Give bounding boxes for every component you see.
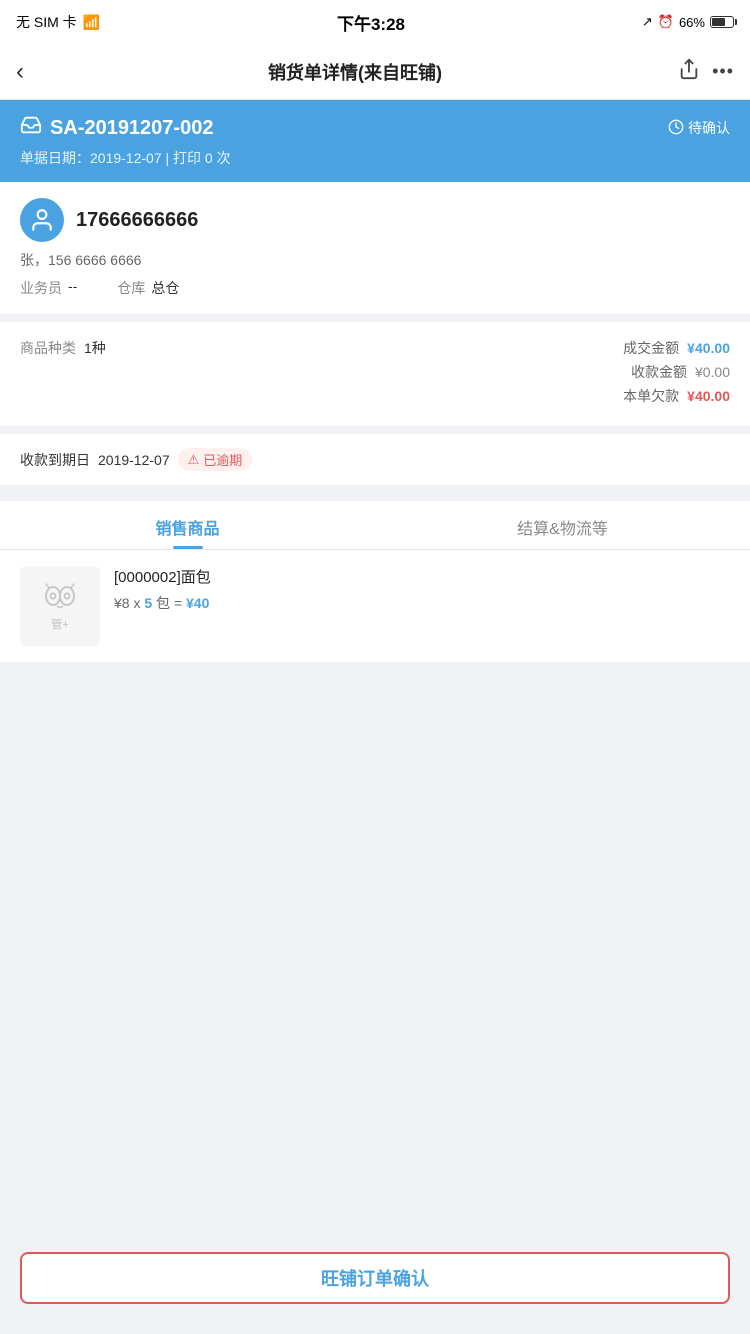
overdue-text: 已逾期 [203, 450, 242, 469]
summary-left: 商品种类 1种 [20, 338, 375, 410]
tab-settlement-label: 结算&物流等 [517, 521, 608, 538]
order-id-text: SA-20191207-002 [50, 117, 213, 140]
overdue-badge: ⚠ 已逾期 [178, 448, 253, 471]
warehouse-label: 仓库 [117, 278, 145, 298]
tabs-bar: 销售商品 结算&物流等 [0, 501, 750, 550]
divider-1 [0, 314, 750, 322]
salesperson-value: -- [68, 278, 77, 298]
avatar [20, 198, 64, 242]
carrier-text: 无 SIM 卡 [16, 12, 77, 32]
bottom-spacer [0, 663, 750, 863]
owed-label: 本单欠款 [623, 386, 679, 406]
customer-name: 张，156 6666 6666 [20, 250, 730, 270]
product-price-row: ¥8 x 5 包 = ¥40 [114, 593, 730, 613]
received-label: 收款金额 [631, 362, 687, 382]
product-kinds-value: 1种 [84, 338, 106, 358]
divider-2 [0, 426, 750, 434]
share-icon[interactable] [678, 58, 700, 86]
nav-actions: ••• [678, 58, 734, 86]
product-qty: 5 [144, 595, 152, 611]
status-text: 待确认 [688, 118, 730, 138]
nav-bar: ‹ 销货单详情(来自旺铺) ••• [0, 44, 750, 100]
product-name: [0000002]面包 [114, 566, 730, 587]
alarm-icon: ⏰ [658, 14, 674, 30]
status-right: ↗ ⏰ 66% [642, 14, 734, 30]
due-date-label: 收款到期日 [20, 450, 90, 470]
tab-settlement[interactable]: 结算&物流等 [375, 501, 750, 549]
overdue-icon: ⚠ [188, 452, 200, 468]
order-id: SA-20191207-002 [20, 114, 213, 142]
back-button[interactable]: ‹ [16, 54, 32, 90]
deal-amount-value: ¥40.00 [687, 340, 730, 356]
customer-section: 17666666666 张，156 6666 6666 业务员 -- 仓库 总仓 [0, 182, 750, 314]
owed-value: ¥40.00 [687, 388, 730, 404]
clock-icon [668, 119, 684, 138]
received-row: 收款金额 ¥0.00 [375, 362, 730, 382]
status-carrier: 无 SIM 卡 📶 [16, 12, 100, 32]
product-item: 管+ [0000002]面包 ¥8 x 5 包 = ¥40 [0, 550, 750, 663]
product-thumb-inner: 管+ [39, 580, 81, 632]
deal-amount-label: 成交金额 [623, 338, 679, 358]
page-title: 销货单详情(来自旺铺) [32, 59, 678, 85]
due-date-value: 2019-12-07 [98, 452, 170, 468]
salesperson-label: 业务员 [20, 278, 62, 298]
location-icon: ↗ [642, 14, 653, 30]
confirm-button[interactable]: 旺铺订单确认 [20, 1252, 730, 1304]
product-list: 管+ [0000002]面包 ¥8 x 5 包 = ¥40 [0, 550, 750, 663]
product-kinds-row: 商品种类 1种 [20, 338, 375, 358]
tab-sales-label: 销售商品 [155, 521, 219, 538]
summary-right: 成交金额 ¥40.00 收款金额 ¥0.00 本单欠款 ¥40.00 [375, 338, 730, 410]
salesperson-item: 业务员 -- [20, 278, 77, 298]
due-section: 收款到期日 2019-12-07 ⚠ 已逾期 [0, 434, 750, 485]
battery-icon [710, 16, 734, 28]
customer-row: 17666666666 [20, 198, 730, 242]
product-thumbnail: 管+ [20, 566, 100, 646]
status-time: 下午3:28 [337, 10, 405, 35]
wifi-icon: 📶 [83, 14, 100, 31]
status-bar: 无 SIM 卡 📶 下午3:28 ↗ ⏰ 66% [0, 0, 750, 44]
order-banner: SA-20191207-002 待确认 单据日期：2019-12-07 | 打印… [0, 100, 750, 182]
product-info: [0000002]面包 ¥8 x 5 包 = ¥40 [114, 566, 730, 613]
more-icon[interactable]: ••• [712, 61, 734, 82]
order-date: 单据日期：2019-12-07 | 打印 0 次 [20, 148, 730, 168]
owed-row: 本单欠款 ¥40.00 [375, 386, 730, 406]
confirm-button-wrap: 旺铺订单确认 [0, 1252, 750, 1304]
order-inbox-icon [20, 114, 42, 142]
warehouse-value: 总仓 [151, 278, 179, 298]
summary-section: 商品种类 1种 成交金额 ¥40.00 收款金额 ¥0.00 本单欠款 ¥40.… [0, 322, 750, 426]
order-banner-top: SA-20191207-002 待确认 [20, 114, 730, 142]
product-unit: 包 [156, 595, 170, 611]
order-status: 待确认 [668, 118, 730, 138]
tab-sales-products[interactable]: 销售商品 [0, 501, 375, 549]
deal-amount-row: 成交金额 ¥40.00 [375, 338, 730, 358]
product-kinds-label: 商品种类 [20, 338, 76, 358]
battery-percent: 66% [679, 15, 705, 30]
brand-text: 管+ [51, 616, 68, 632]
confirm-button-label: 旺铺订单确认 [321, 1265, 429, 1291]
customer-meta: 业务员 -- 仓库 总仓 [20, 278, 730, 298]
product-total: ¥40 [186, 595, 209, 611]
customer-phone: 17666666666 [76, 209, 198, 232]
product-price: ¥8 [114, 595, 130, 611]
warehouse-item: 仓库 总仓 [117, 278, 179, 298]
received-value: ¥0.00 [695, 364, 730, 380]
divider-3 [0, 485, 750, 493]
